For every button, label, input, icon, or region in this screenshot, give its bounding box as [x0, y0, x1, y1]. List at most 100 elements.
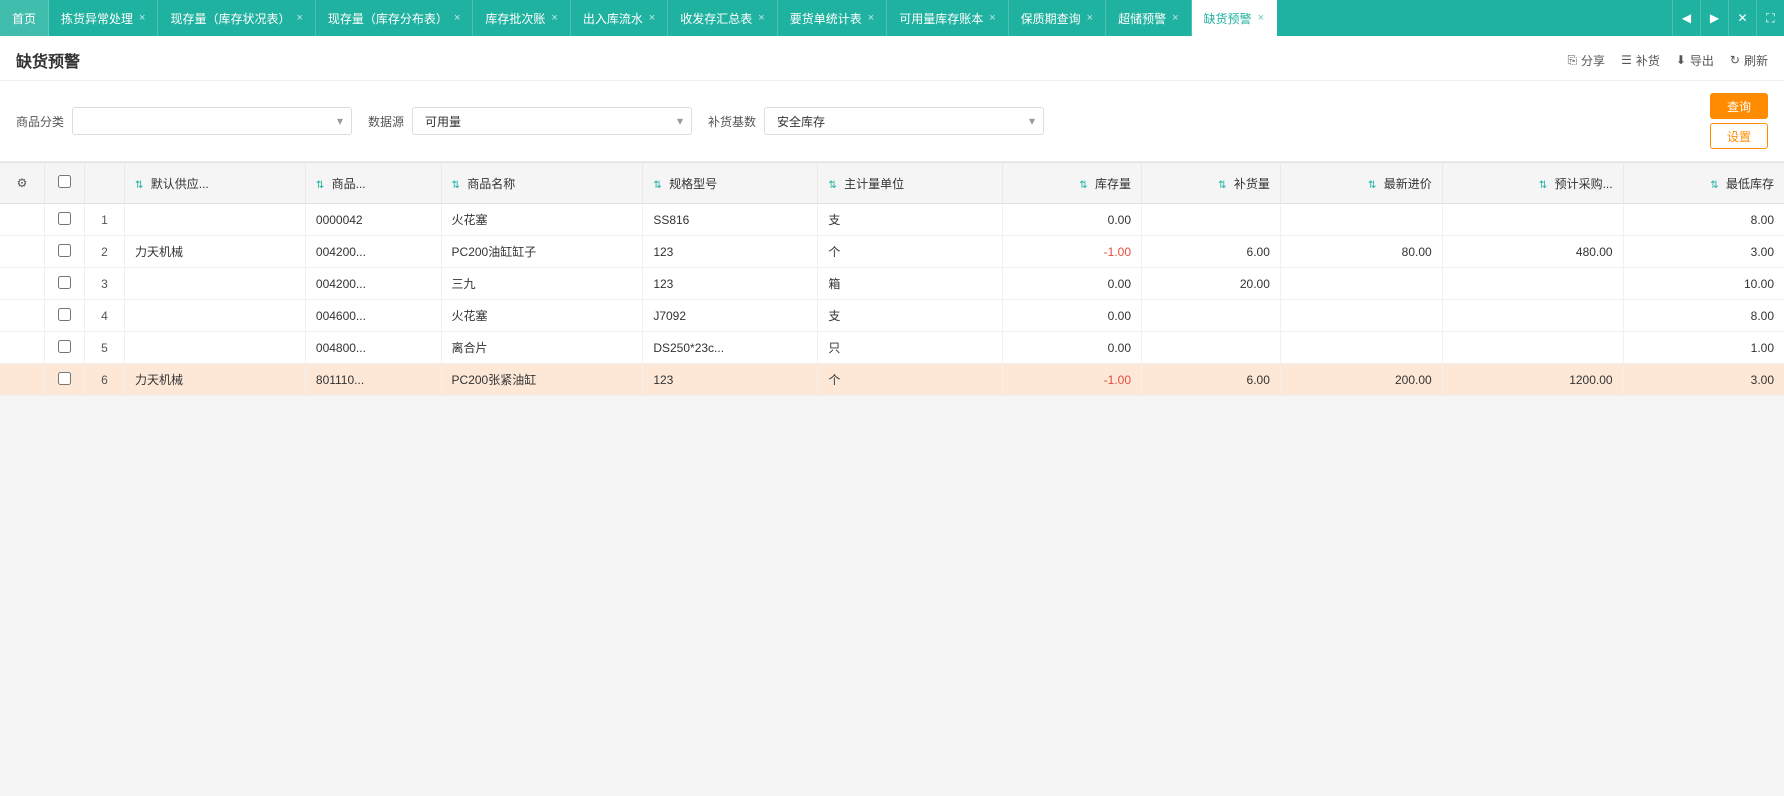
tab-batch-ledger[interactable]: 库存批次账 ×	[473, 0, 570, 36]
tab-inout-flow-close[interactable]: ×	[649, 12, 655, 24]
table-row: 2 力天机械 004200... PC200油缸缸子 123 个 -1.00 6…	[0, 236, 1784, 268]
row-min-stock: 8.00	[1623, 204, 1784, 236]
tab-expiry-query-close[interactable]: ×	[1087, 12, 1093, 24]
spec-sort-icon: ⇅	[653, 180, 661, 191]
tab-batch-ledger-close[interactable]: ×	[551, 12, 557, 24]
col-header-code[interactable]: ⇅ 商品...	[305, 163, 441, 204]
query-button[interactable]: 查询	[1710, 93, 1768, 119]
tab-stock-status-close[interactable]: ×	[296, 12, 302, 24]
min-sort-icon: ⇅	[1710, 180, 1718, 191]
name-sort-icon: ⇅	[452, 180, 460, 191]
row-checkbox[interactable]	[58, 372, 71, 385]
export-label: 导出	[1690, 52, 1714, 69]
row-checkbox[interactable]	[58, 308, 71, 321]
col-header-stock[interactable]: ⇅ 库存量	[1003, 163, 1142, 204]
datasource-filter-group: 数据源 可用量 ▾	[368, 107, 692, 135]
export-button[interactable]: ⬇ 导出	[1676, 52, 1714, 69]
tab-stock-status[interactable]: 现存量（库存状况表） ×	[158, 0, 315, 36]
tab-overstock-close[interactable]: ×	[1172, 12, 1178, 24]
tab-home[interactable]: 首页	[0, 0, 49, 36]
tab-shortage[interactable]: 缺货预警 ×	[1192, 0, 1277, 36]
tab-bar: 首页 拣货异常处理 × 现存量（库存状况表） × 现存量（库存分布表） × 库存…	[0, 0, 1784, 36]
replenish-sort-icon: ⇅	[1218, 180, 1226, 191]
tab-collect-summary[interactable]: 收发存汇总表 ×	[668, 0, 777, 36]
table-settings-icon[interactable]: ⚙	[10, 171, 34, 195]
tab-order-stat-close[interactable]: ×	[868, 12, 874, 24]
row-plan-purchase: 480.00	[1442, 236, 1623, 268]
col-header-unit[interactable]: ⇅ 主计量单位	[818, 163, 1003, 204]
row-checkbox[interactable]	[58, 276, 71, 289]
replenish-button[interactable]: ☰ 补货	[1621, 52, 1660, 69]
tab-next-button[interactable]: ▶	[1700, 0, 1728, 36]
tab-shortage-close[interactable]: ×	[1258, 12, 1264, 24]
tab-collect-summary-label: 收发存汇总表	[680, 10, 752, 27]
row-stock: -1.00	[1003, 236, 1142, 268]
tab-inout-flow[interactable]: 出入库流水 ×	[571, 0, 668, 36]
tab-prev-button[interactable]: ◀	[1672, 0, 1700, 36]
tab-expiry-query[interactable]: 保质期查询 ×	[1009, 0, 1106, 36]
row-checkbox-cell[interactable]	[45, 364, 85, 396]
row-min-stock: 1.00	[1623, 332, 1784, 364]
row-code: 004800...	[305, 332, 441, 364]
datasource-label: 数据源	[368, 113, 404, 130]
tab-overstock-label: 超储预警	[1118, 10, 1166, 27]
category-select[interactable]: ▾	[72, 107, 352, 135]
share-button[interactable]: ⎘ 分享	[1567, 52, 1605, 69]
refresh-button[interactable]: ↻ 刷新	[1730, 52, 1768, 69]
col-header-plan-purchase[interactable]: ⇅ 预计采购...	[1442, 163, 1623, 204]
table-body: 1 0000042 火花塞 SS816 支 0.00 8.00 2 力天机械 0…	[0, 204, 1784, 396]
row-checkbox[interactable]	[58, 244, 71, 257]
row-min-stock: 8.00	[1623, 300, 1784, 332]
col-header-supplier[interactable]: ⇅ 默认供应...	[125, 163, 306, 204]
tab-defect-exception[interactable]: 拣货异常处理 ×	[49, 0, 158, 36]
datasource-select[interactable]: 可用量 ▾	[412, 107, 692, 135]
row-supplier: 力天机械	[125, 364, 306, 396]
share-label: 分享	[1581, 52, 1605, 69]
row-name: 火花塞	[441, 204, 643, 236]
col-header-spec[interactable]: ⇅ 规格型号	[643, 163, 818, 204]
row-name: PC200油缸缸子	[441, 236, 643, 268]
row-latest-price: 80.00	[1280, 236, 1442, 268]
header-actions: ⎘ 分享 ☰ 补货 ⬇ 导出 ↻ 刷新	[1567, 52, 1768, 69]
replenish-base-select[interactable]: 安全库存 ▾	[764, 107, 1044, 135]
col-header-latest-price[interactable]: ⇅ 最新进价	[1280, 163, 1442, 204]
tab-defect-exception-close[interactable]: ×	[139, 12, 145, 24]
app-container: 首页 拣货异常处理 × 现存量（库存状况表） × 现存量（库存分布表） × 库存…	[0, 0, 1784, 396]
tab-stock-dist[interactable]: 现存量（库存分布表） ×	[316, 0, 473, 36]
tab-available-ledger-close[interactable]: ×	[989, 12, 995, 24]
row-checkbox-cell[interactable]	[45, 300, 85, 332]
row-code: 004200...	[305, 236, 441, 268]
row-unit: 支	[818, 300, 1003, 332]
row-checkbox[interactable]	[58, 340, 71, 353]
tab-home-label: 首页	[12, 10, 36, 27]
col-header-min-stock[interactable]: ⇅ 最低库存	[1623, 163, 1784, 204]
tab-order-stat[interactable]: 要货单统计表 ×	[778, 0, 887, 36]
col-header-name[interactable]: ⇅ 商品名称	[441, 163, 643, 204]
table-row: 6 力天机械 801110... PC200张紧油缸 123 个 -1.00 6…	[0, 364, 1784, 396]
row-num: 2	[85, 236, 125, 268]
tab-stock-dist-close[interactable]: ×	[454, 12, 460, 24]
row-checkbox-cell[interactable]	[45, 332, 85, 364]
col-header-replenish[interactable]: ⇅ 补货量	[1142, 163, 1281, 204]
row-checkbox-cell[interactable]	[45, 268, 85, 300]
tab-fullscreen-button[interactable]: ⛶	[1756, 0, 1784, 36]
tab-available-ledger[interactable]: 可用量库存账本 ×	[887, 0, 1008, 36]
row-name: PC200张紧油缸	[441, 364, 643, 396]
replenish-base-filter-group: 补货基数 安全库存 ▾	[708, 107, 1044, 135]
row-num: 5	[85, 332, 125, 364]
row-checkbox[interactable]	[58, 212, 71, 225]
replenish-base-arrow-icon: ▾	[1029, 114, 1035, 128]
row-checkbox-cell[interactable]	[45, 236, 85, 268]
settings-button[interactable]: 设置	[1710, 123, 1768, 149]
tab-close-button[interactable]: ✕	[1728, 0, 1756, 36]
select-all-checkbox[interactable]	[58, 175, 71, 188]
col-header-settings[interactable]: ⚙	[0, 163, 45, 204]
data-table: ⚙ ⇅ 默认供应... ⇅ 商品...	[0, 162, 1784, 396]
tab-collect-summary-close[interactable]: ×	[758, 12, 764, 24]
row-spec: DS250*23c...	[643, 332, 818, 364]
code-sort-icon: ⇅	[316, 180, 324, 191]
col-header-checkbox[interactable]	[45, 163, 85, 204]
row-replenish	[1142, 204, 1281, 236]
tab-overstock[interactable]: 超储预警 ×	[1106, 0, 1191, 36]
row-checkbox-cell[interactable]	[45, 204, 85, 236]
